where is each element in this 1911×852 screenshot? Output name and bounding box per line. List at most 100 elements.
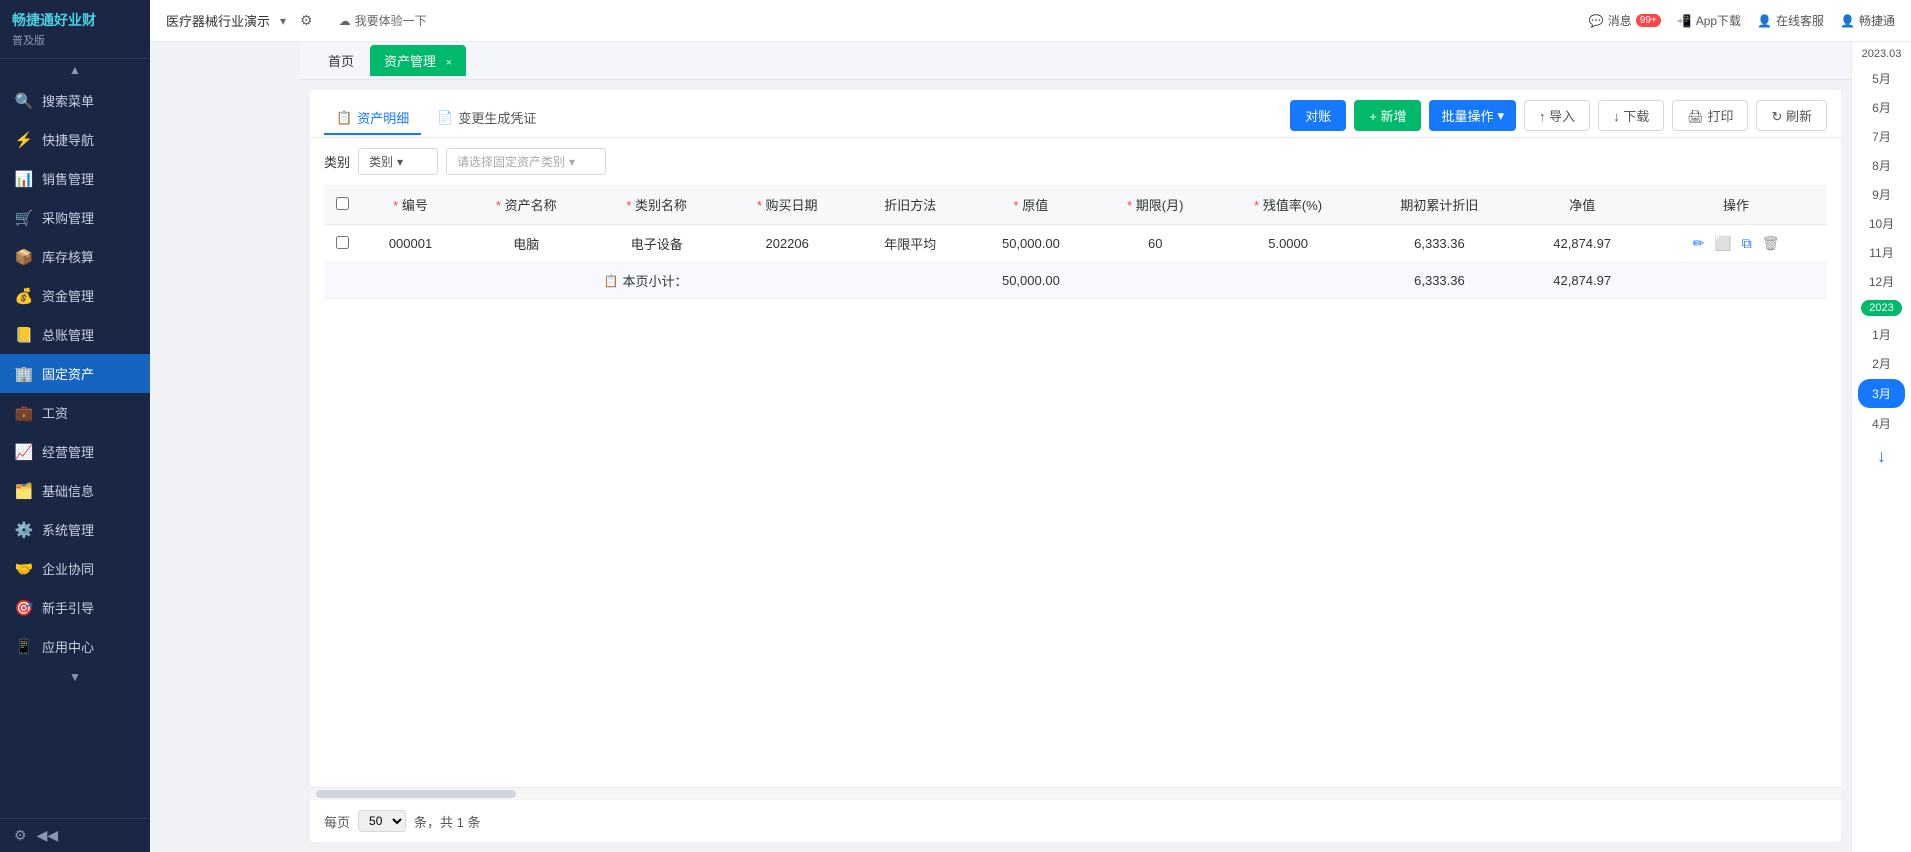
online-service-label: 在线客服 [1776,12,1824,29]
refresh-label: 刷新 [1786,109,1812,124]
experience-label[interactable]: 我要体验一下 [355,12,427,29]
sidebar-item-guide[interactable]: 🎯 新手引导 [0,588,150,627]
month-item-2[interactable]: 2月 [1852,349,1911,378]
scroll-up-button[interactable]: ▲ [69,63,81,77]
ledger-icon: 📒 [14,326,34,344]
sidebar-bottom: ⚙ ◀◀ [0,818,150,852]
messages-label: 消息 [1608,12,1632,29]
tab-asset-mgmt[interactable]: 资产管理 × [370,45,466,76]
col-header-name: 资产名称 [461,185,591,225]
sidebar-item-system[interactable]: ⚙️ 系统管理 [0,510,150,549]
logo-sub: 普及版 [12,32,138,48]
user-item[interactable]: 👤 畅捷通 [1840,12,1895,29]
total-info: 条，共 1 条 [414,812,480,831]
sidebar-item-label: 资金管理 [42,286,94,305]
sidebar-item-label: 固定资产 [42,364,94,383]
table-header-row: 编号 资产名称 类别名称 购买日期 折旧方法 原值 期限(月) 残值率(%) 期… [324,185,1827,225]
subtotal-label-cell: 📋 本页小计： [591,263,968,299]
sidebar-item-purchase[interactable]: 🛒 采购管理 [0,198,150,237]
app-download-item[interactable]: 📲 App下载 [1677,12,1741,29]
tab-close-icon[interactable]: × [446,57,452,69]
cell-initial-depreciation: 6,333.36 [1359,225,1519,263]
asset-detail-icon: 📋 [336,110,352,126]
new-button[interactable]: + 新增 [1354,100,1421,131]
per-page-select[interactable]: 50 [358,810,406,832]
horizontal-scrollbar[interactable] [310,787,1841,799]
month-item-6[interactable]: 6月 [1852,93,1911,122]
filter-label: 类别 [324,152,350,171]
month-item-4[interactable]: 4月 [1852,409,1911,438]
sidebar-item-inventory[interactable]: 📦 库存核算 [0,237,150,276]
download-button[interactable]: ↓ 下载 [1598,100,1664,131]
sidebar-item-search[interactable]: 🔍 搜索菜单 [0,81,150,120]
month-item-12[interactable]: 12月 [1852,267,1911,296]
year-badge: 2023 [1861,300,1901,316]
cell-actions: ✏ ⬜ ⧉ 🗑 [1645,225,1827,263]
settings-button[interactable]: ⚙ [14,827,27,844]
sidebar-item-enterprise[interactable]: 🤝 企业协同 [0,549,150,588]
sidebar-scroll-up[interactable]: ▲ [0,59,150,81]
row-checkbox[interactable] [336,236,349,249]
month-item-3-current[interactable]: 3月 [1858,379,1905,408]
table-header-checkbox[interactable] [324,185,360,225]
sidebar-item-payroll[interactable]: 💼 工资 [0,393,150,432]
panel-down-icon[interactable]: ↓ [1873,442,1890,471]
sub-tab-change-voucher[interactable]: 📄 变更生成凭证 [425,102,548,135]
month-item-5[interactable]: 5月 [1852,64,1911,93]
sub-tab-asset-detail[interactable]: 📋 资产明细 [324,102,421,135]
row-checkbox-cell[interactable] [324,225,360,263]
tab-home[interactable]: 首页 [316,45,366,76]
scrollbar-thumb[interactable] [316,790,516,798]
sidebar-item-quick-nav[interactable]: ⚡ 快捷导航 [0,120,150,159]
sub-tab-asset-detail-label: 资产明细 [357,108,409,127]
subtotal-icon: 📋 [603,274,618,288]
app-download-label: App下载 [1696,12,1741,29]
month-item-8[interactable]: 8月 [1852,151,1911,180]
scroll-down-button[interactable]: ▼ [69,670,81,684]
reconcile-button[interactable]: 对账 [1290,100,1346,131]
filter-category-select[interactable]: 类别 ▾ [358,148,438,175]
sidebar-item-sales[interactable]: 📊 销售管理 [0,159,150,198]
month-item-11[interactable]: 11月 [1852,238,1911,267]
more-button[interactable]: ⧉ [1740,233,1754,254]
asset-table-wrap: 编号 资产名称 类别名称 购买日期 折旧方法 原值 期限(月) 残值率(%) 期… [310,185,1841,787]
filter-category-dropdown[interactable]: 请选择固定资产类别 ▾ [446,148,606,175]
sidebar-item-label: 应用中心 [42,637,94,656]
app-center-icon: 📱 [14,638,34,656]
delete-button[interactable]: 🗑 [1760,233,1782,254]
sidebar-item-label: 工资 [42,403,68,422]
company-dropdown-icon[interactable]: ▾ [280,14,286,28]
filter-chevron-icon: ▾ [397,155,403,169]
fixed-assets-icon: 🏢 [14,365,34,383]
gear-icon[interactable]: ⚙ [300,12,313,29]
sidebar-item-ledger[interactable]: 📒 总账管理 [0,315,150,354]
copy-button[interactable]: ⬜ [1712,233,1733,254]
filter-dropdown-chevron-icon: ▾ [569,155,575,169]
right-panel-nav: 5月 6月 7月 8月 9月 10月 11月 12月 2023 1月 2月 3月… [1852,64,1911,471]
select-all-checkbox[interactable] [336,197,349,210]
sidebar-item-label: 系统管理 [42,520,94,539]
sidebar-scroll-down[interactable]: ▼ [0,666,150,688]
month-item-9[interactable]: 9月 [1852,180,1911,209]
collapse-button[interactable]: ◀◀ [37,827,59,844]
month-item-7[interactable]: 7月 [1852,122,1911,151]
month-item-10[interactable]: 10月 [1852,209,1911,238]
batch-ops-button[interactable]: 批量操作 ▾ [1429,100,1516,131]
print-button[interactable]: 🖨 打印 [1672,100,1748,131]
import-button[interactable]: ↑ 导入 [1524,100,1590,131]
subtotal-net-value: 42,874.97 [1519,263,1645,299]
col-header-period: 期限(月) [1094,185,1217,225]
subtotal-row: 📋 本页小计： 50,000.00 6,333.36 42,874.97 [324,263,1827,299]
month-item-1[interactable]: 1月 [1852,320,1911,349]
toolbar-buttons: 对账 + 新增 批量操作 ▾ ↑ 导入 ↓ 下载 🖨 打印 [1290,100,1827,137]
sidebar-item-app-center[interactable]: 📱 应用中心 [0,627,150,666]
online-service-item[interactable]: 👤 在线客服 [1757,12,1824,29]
sidebar-item-base-info[interactable]: 🗂️ 基础信息 [0,471,150,510]
sidebar-item-label: 新手引导 [42,598,94,617]
sidebar-item-operations[interactable]: 📈 经营管理 [0,432,150,471]
sidebar-item-funds[interactable]: 💰 资金管理 [0,276,150,315]
sidebar-item-fixed-assets[interactable]: 🏢 固定资产 [0,354,150,393]
refresh-button[interactable]: ↻ 刷新 [1756,100,1827,131]
messages-item[interactable]: 💬 消息 99+ [1589,12,1661,29]
edit-button[interactable]: ✏ [1691,233,1707,254]
